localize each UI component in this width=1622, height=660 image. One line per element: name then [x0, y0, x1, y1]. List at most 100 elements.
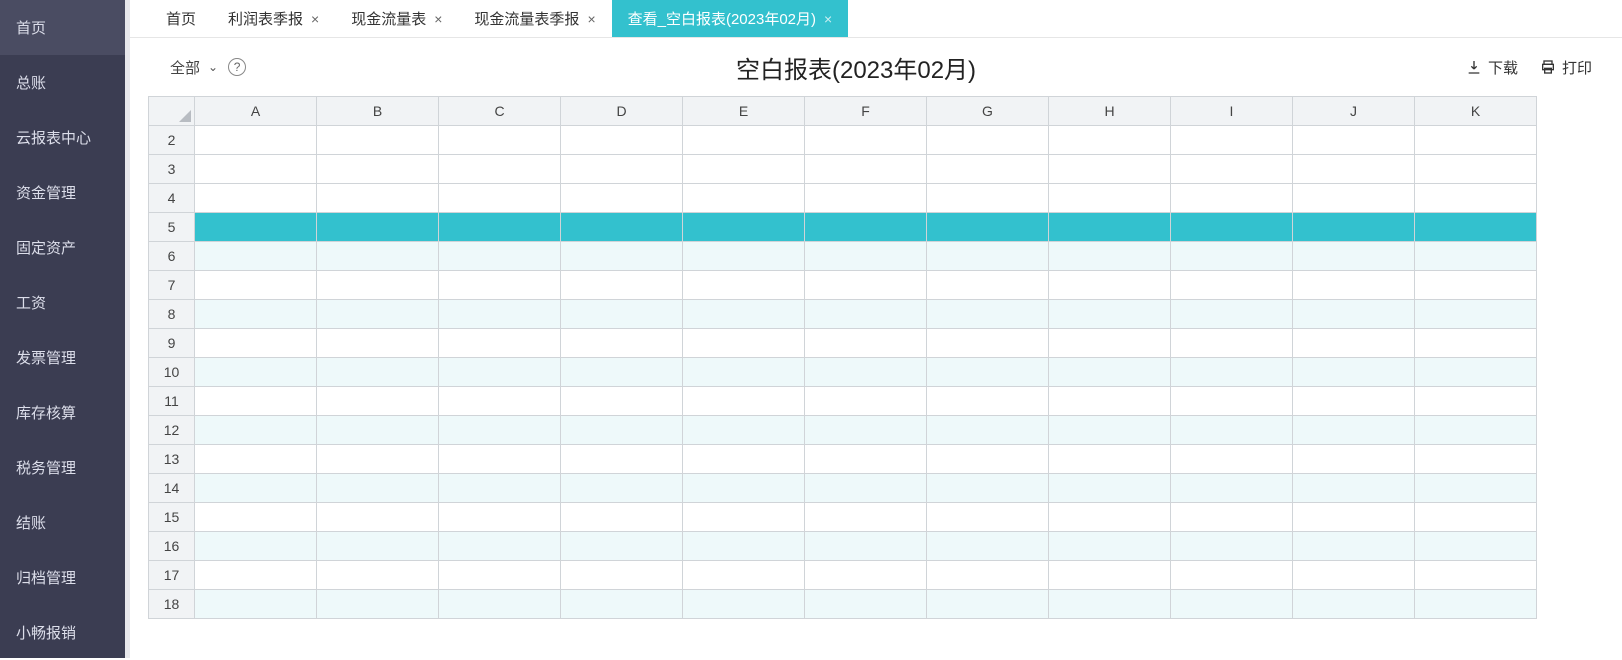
cell-F18[interactable] [805, 590, 927, 619]
cell-D14[interactable] [561, 474, 683, 503]
cell-D8[interactable] [561, 300, 683, 329]
cell-F13[interactable] [805, 445, 927, 474]
cell-E16[interactable] [683, 532, 805, 561]
tab-2[interactable]: 现金流量表× [335, 0, 458, 37]
cell-H7[interactable] [1049, 271, 1171, 300]
sidebar-item-8[interactable]: 税务管理 [0, 440, 125, 495]
cell-G10[interactable] [927, 358, 1049, 387]
col-header-F[interactable]: F [805, 97, 927, 126]
cell-G15[interactable] [927, 503, 1049, 532]
cell-H8[interactable] [1049, 300, 1171, 329]
row-header-5[interactable]: 5 [149, 213, 195, 242]
cell-C8[interactable] [439, 300, 561, 329]
col-header-I[interactable]: I [1171, 97, 1293, 126]
cell-I13[interactable] [1171, 445, 1293, 474]
row-header-7[interactable]: 7 [149, 271, 195, 300]
tab-1[interactable]: 利润表季报× [212, 0, 335, 37]
cell-J16[interactable] [1293, 532, 1415, 561]
col-header-D[interactable]: D [561, 97, 683, 126]
cell-G3[interactable] [927, 155, 1049, 184]
cell-G12[interactable] [927, 416, 1049, 445]
cell-G14[interactable] [927, 474, 1049, 503]
cell-D5[interactable] [561, 213, 683, 242]
sidebar-item-4[interactable]: 固定资产 [0, 220, 125, 275]
cell-E12[interactable] [683, 416, 805, 445]
tab-0[interactable]: 首页 [150, 0, 212, 37]
close-icon[interactable]: × [587, 11, 595, 27]
cell-G18[interactable] [927, 590, 1049, 619]
row-header-17[interactable]: 17 [149, 561, 195, 590]
cell-K3[interactable] [1415, 155, 1537, 184]
cell-H12[interactable] [1049, 416, 1171, 445]
cell-B5[interactable] [317, 213, 439, 242]
row-header-9[interactable]: 9 [149, 329, 195, 358]
cell-G4[interactable] [927, 184, 1049, 213]
cell-I18[interactable] [1171, 590, 1293, 619]
cell-J7[interactable] [1293, 271, 1415, 300]
cell-H5[interactable] [1049, 213, 1171, 242]
cell-E17[interactable] [683, 561, 805, 590]
cell-J17[interactable] [1293, 561, 1415, 590]
col-header-C[interactable]: C [439, 97, 561, 126]
cell-B15[interactable] [317, 503, 439, 532]
cell-F3[interactable] [805, 155, 927, 184]
row-header-6[interactable]: 6 [149, 242, 195, 271]
cell-J3[interactable] [1293, 155, 1415, 184]
cell-K18[interactable] [1415, 590, 1537, 619]
cell-D17[interactable] [561, 561, 683, 590]
row-header-10[interactable]: 10 [149, 358, 195, 387]
cell-F16[interactable] [805, 532, 927, 561]
cell-E18[interactable] [683, 590, 805, 619]
cell-J8[interactable] [1293, 300, 1415, 329]
cell-C16[interactable] [439, 532, 561, 561]
close-icon[interactable]: × [434, 11, 442, 27]
cell-F10[interactable] [805, 358, 927, 387]
col-header-B[interactable]: B [317, 97, 439, 126]
cell-G6[interactable] [927, 242, 1049, 271]
cell-K5[interactable] [1415, 213, 1537, 242]
cell-H6[interactable] [1049, 242, 1171, 271]
cell-G5[interactable] [927, 213, 1049, 242]
row-header-14[interactable]: 14 [149, 474, 195, 503]
cell-A11[interactable] [195, 387, 317, 416]
cell-F15[interactable] [805, 503, 927, 532]
cell-J2[interactable] [1293, 126, 1415, 155]
cell-K13[interactable] [1415, 445, 1537, 474]
cell-C7[interactable] [439, 271, 561, 300]
cell-J10[interactable] [1293, 358, 1415, 387]
cell-F4[interactable] [805, 184, 927, 213]
cell-E4[interactable] [683, 184, 805, 213]
cell-K12[interactable] [1415, 416, 1537, 445]
cell-K9[interactable] [1415, 329, 1537, 358]
tab-4[interactable]: 查看_空白报表(2023年02月)× [612, 0, 849, 37]
row-header-11[interactable]: 11 [149, 387, 195, 416]
cell-F7[interactable] [805, 271, 927, 300]
cell-A14[interactable] [195, 474, 317, 503]
row-header-12[interactable]: 12 [149, 416, 195, 445]
cell-K14[interactable] [1415, 474, 1537, 503]
cell-E11[interactable] [683, 387, 805, 416]
row-header-15[interactable]: 15 [149, 503, 195, 532]
cell-J4[interactable] [1293, 184, 1415, 213]
cell-B12[interactable] [317, 416, 439, 445]
cell-H10[interactable] [1049, 358, 1171, 387]
cell-D18[interactable] [561, 590, 683, 619]
cell-E9[interactable] [683, 329, 805, 358]
cell-E13[interactable] [683, 445, 805, 474]
cell-D10[interactable] [561, 358, 683, 387]
cell-J18[interactable] [1293, 590, 1415, 619]
row-header-2[interactable]: 2 [149, 126, 195, 155]
cell-A7[interactable] [195, 271, 317, 300]
cell-B7[interactable] [317, 271, 439, 300]
row-header-3[interactable]: 3 [149, 155, 195, 184]
cell-F11[interactable] [805, 387, 927, 416]
cell-C4[interactable] [439, 184, 561, 213]
print-button[interactable]: 打印 [1540, 57, 1592, 78]
cell-B9[interactable] [317, 329, 439, 358]
cell-D7[interactable] [561, 271, 683, 300]
cell-C17[interactable] [439, 561, 561, 590]
cell-D2[interactable] [561, 126, 683, 155]
cell-I6[interactable] [1171, 242, 1293, 271]
cell-D3[interactable] [561, 155, 683, 184]
filter-dropdown[interactable]: 全部 ⌄ [170, 57, 218, 78]
